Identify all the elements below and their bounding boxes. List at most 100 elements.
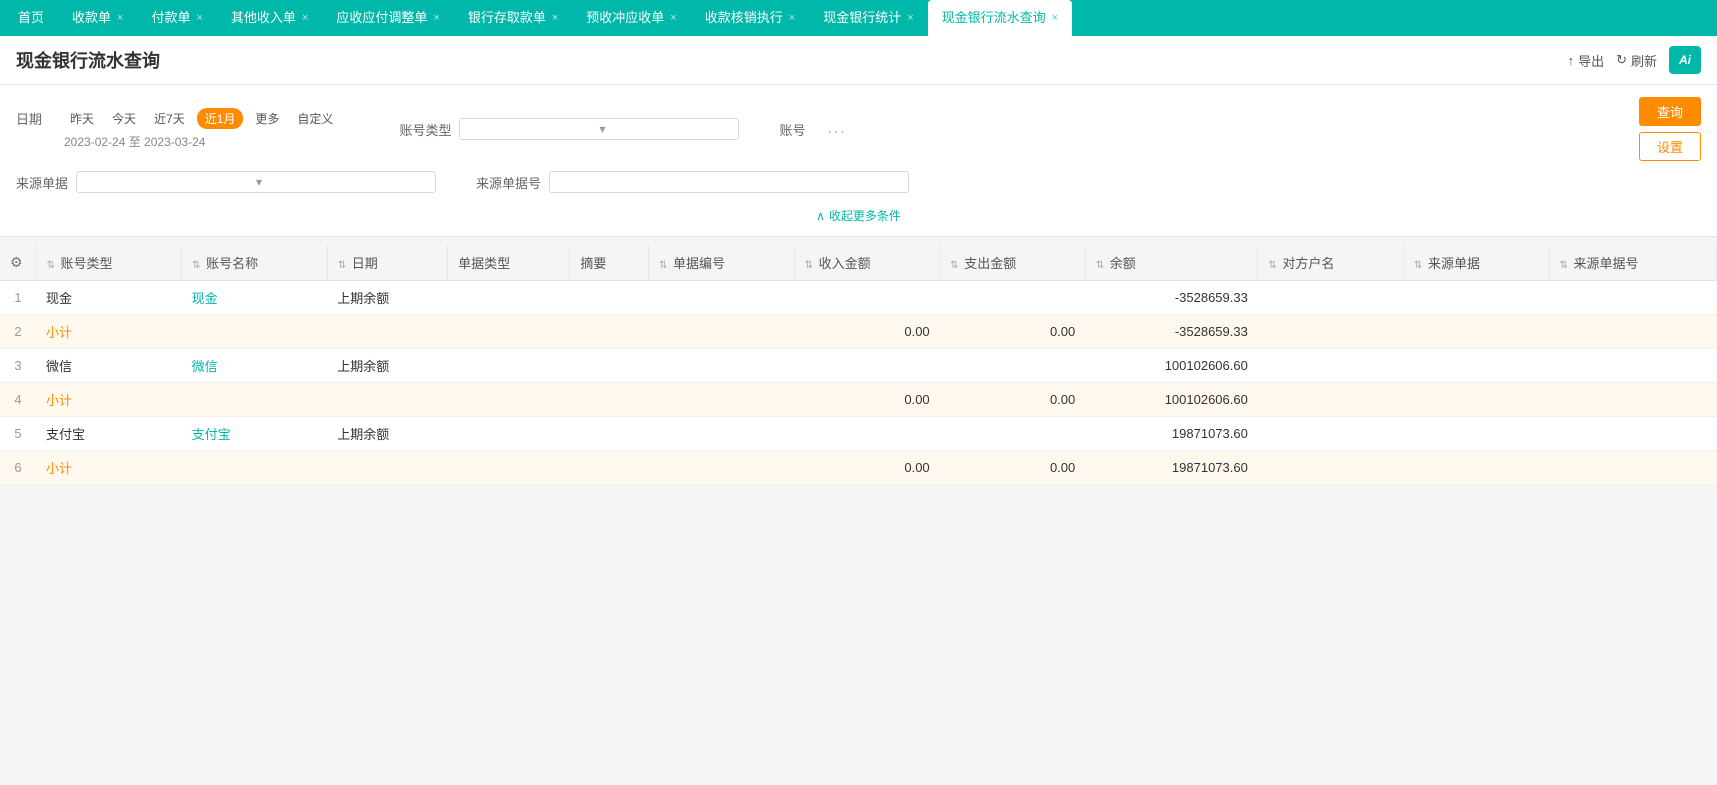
account-label: 账号 — [779, 120, 819, 139]
cell-account-name[interactable]: 微信 — [182, 349, 328, 383]
th-gear[interactable]: ⚙ — [0, 245, 36, 281]
collapse-bar[interactable]: ∧ 收起更多条件 — [16, 203, 1701, 224]
cell-row-num: 1 — [0, 281, 36, 315]
cell-account-type: 小计 — [36, 315, 182, 349]
cell-counterpart — [1258, 417, 1404, 451]
date-opt-yesterday[interactable]: 昨天 — [64, 108, 100, 129]
table-row: 4小计0.000.00100102606.60 — [0, 383, 1717, 417]
cell-doc-no — [648, 349, 794, 383]
source-doc-label: 来源单据 — [16, 173, 68, 192]
nav-tab-yingshou[interactable]: 应收应付调整单 × — [322, 0, 453, 36]
export-button[interactable]: ↑ 导出 — [1568, 51, 1605, 70]
account-ellipsis-button[interactable]: ... — [827, 120, 846, 138]
nav-tab-yinhang[interactable]: 银行存取款单 × — [454, 0, 572, 36]
sort-icon[interactable]: ⇅ — [338, 260, 346, 271]
source-doc-select[interactable]: ▾ — [76, 171, 436, 193]
nav-tab-xianjin-stat[interactable]: 现金银行统计 × — [809, 0, 927, 36]
cell-source-doc — [1403, 281, 1549, 315]
cell-income — [794, 417, 940, 451]
date-opt-1month[interactable]: 近1月 — [197, 108, 244, 129]
cell-counterpart — [1258, 349, 1404, 383]
sort-icon[interactable]: ⇅ — [1096, 260, 1104, 271]
cell-source-doc-no — [1549, 349, 1716, 383]
cell-expense: 0.00 — [940, 383, 1086, 417]
cell-account-type: 微信 — [36, 349, 182, 383]
close-icon[interactable]: × — [196, 0, 202, 36]
filter-row-1: 日期 昨天 今天 近7天 近1月 更多 自定义 2023-02-24 至 202… — [16, 97, 1701, 161]
close-icon[interactable]: × — [117, 0, 123, 36]
query-button[interactable]: 查询 — [1639, 97, 1701, 126]
th-date: ⇅ 日期 — [327, 245, 447, 281]
close-icon[interactable]: × — [433, 0, 439, 36]
date-opt-custom[interactable]: 自定义 — [291, 108, 339, 129]
cell-account-type: 现金 — [36, 281, 182, 315]
cell-account-name[interactable]: 现金 — [182, 281, 328, 315]
cell-doc-no — [648, 417, 794, 451]
cell-doc-no — [648, 451, 794, 485]
cell-expense — [940, 417, 1086, 451]
cell-date — [327, 383, 447, 417]
sort-icon[interactable]: ⇅ — [1414, 260, 1422, 271]
cell-source-doc-no — [1549, 315, 1716, 349]
date-opt-7days[interactable]: 近7天 — [148, 108, 191, 129]
cell-summary — [570, 315, 649, 349]
cell-income — [794, 349, 940, 383]
refresh-button[interactable]: ↻ 刷新 — [1616, 51, 1657, 70]
header-actions: ↑ 导出 ↻ 刷新 Ai — [1568, 46, 1701, 74]
close-icon[interactable]: × — [1052, 0, 1058, 36]
nav-home[interactable]: 首页 — [4, 0, 58, 36]
data-table: ⚙ ⇅ 账号类型 ⇅ 账号名称 ⇅ 日期 单据类型 摘要 — [0, 245, 1717, 485]
nav-tab-yushou[interactable]: 预收冲应收单 × — [572, 0, 690, 36]
nav-tab-fukuan[interactable]: 付款单 × — [137, 0, 216, 36]
cell-source-doc — [1403, 383, 1549, 417]
ai-button[interactable]: Ai — [1669, 46, 1701, 74]
cell-date: 上期余额 — [327, 281, 447, 315]
cell-source-doc — [1403, 417, 1549, 451]
cell-doc-type — [448, 349, 570, 383]
source-doc-no-input-wrapper — [549, 171, 909, 193]
source-doc-no-input[interactable] — [558, 175, 900, 189]
chevron-down-icon: ▾ — [256, 175, 427, 189]
table-body: 1现金现金上期余额-3528659.332小计0.000.00-3528659.… — [0, 281, 1717, 485]
chevron-down-icon: ▾ — [599, 122, 730, 136]
date-opt-more[interactable]: 更多 — [249, 108, 285, 129]
sort-icon[interactable]: ⇅ — [192, 260, 200, 271]
cell-doc-type — [448, 383, 570, 417]
nav-tab-qita[interactable]: 其他收入单 × — [217, 0, 322, 36]
cell-summary — [570, 451, 649, 485]
sort-icon[interactable]: ⇅ — [659, 260, 667, 271]
cell-summary — [570, 383, 649, 417]
refresh-icon: ↻ — [1616, 52, 1627, 68]
nav-tab-shoukuanhe[interactable]: 收款核销执行 × — [691, 0, 809, 36]
collapse-icon: ∧ — [816, 209, 825, 223]
filter-row-2: 来源单据 ▾ 来源单据号 — [16, 171, 1701, 193]
cell-expense — [940, 281, 1086, 315]
close-icon[interactable]: × — [670, 0, 676, 36]
settings-button[interactable]: 设置 — [1639, 132, 1701, 161]
date-opt-today[interactable]: 今天 — [106, 108, 142, 129]
sort-icon[interactable]: ⇅ — [950, 260, 958, 271]
nav-tab-shoukuan[interactable]: 收款单 × — [58, 0, 137, 36]
close-icon[interactable]: × — [907, 0, 913, 36]
close-icon[interactable]: × — [789, 0, 795, 36]
filter-area: 日期 昨天 今天 近7天 近1月 更多 自定义 2023-02-24 至 202… — [0, 85, 1717, 237]
cell-balance: 19871073.60 — [1085, 417, 1258, 451]
account-type-select[interactable]: ▾ — [459, 118, 739, 140]
cell-income: 0.00 — [794, 451, 940, 485]
cell-counterpart — [1258, 281, 1404, 315]
cell-account-name[interactable]: 支付宝 — [182, 417, 328, 451]
top-navigation: 首页 收款单 × 付款单 × 其他收入单 × 应收应付调整单 × 银行存取款单 … — [0, 0, 1717, 36]
sort-icon[interactable]: ⇅ — [1268, 260, 1276, 271]
close-icon[interactable]: × — [302, 0, 308, 36]
cell-counterpart — [1258, 451, 1404, 485]
table-row: 6小计0.000.0019871073.60 — [0, 451, 1717, 485]
sort-icon[interactable]: ⇅ — [1560, 260, 1568, 271]
sort-icon[interactable]: ⇅ — [805, 260, 813, 271]
close-icon[interactable]: × — [552, 0, 558, 36]
th-balance: ⇅ 余额 — [1085, 245, 1258, 281]
cell-date: 上期余额 — [327, 417, 447, 451]
sort-icon[interactable]: ⇅ — [47, 260, 55, 271]
nav-tab-xianjin-query[interactable]: 现金银行流水查询 × — [928, 0, 1072, 36]
gear-icon[interactable]: ⚙ — [10, 254, 23, 270]
cell-income: 0.00 — [794, 315, 940, 349]
